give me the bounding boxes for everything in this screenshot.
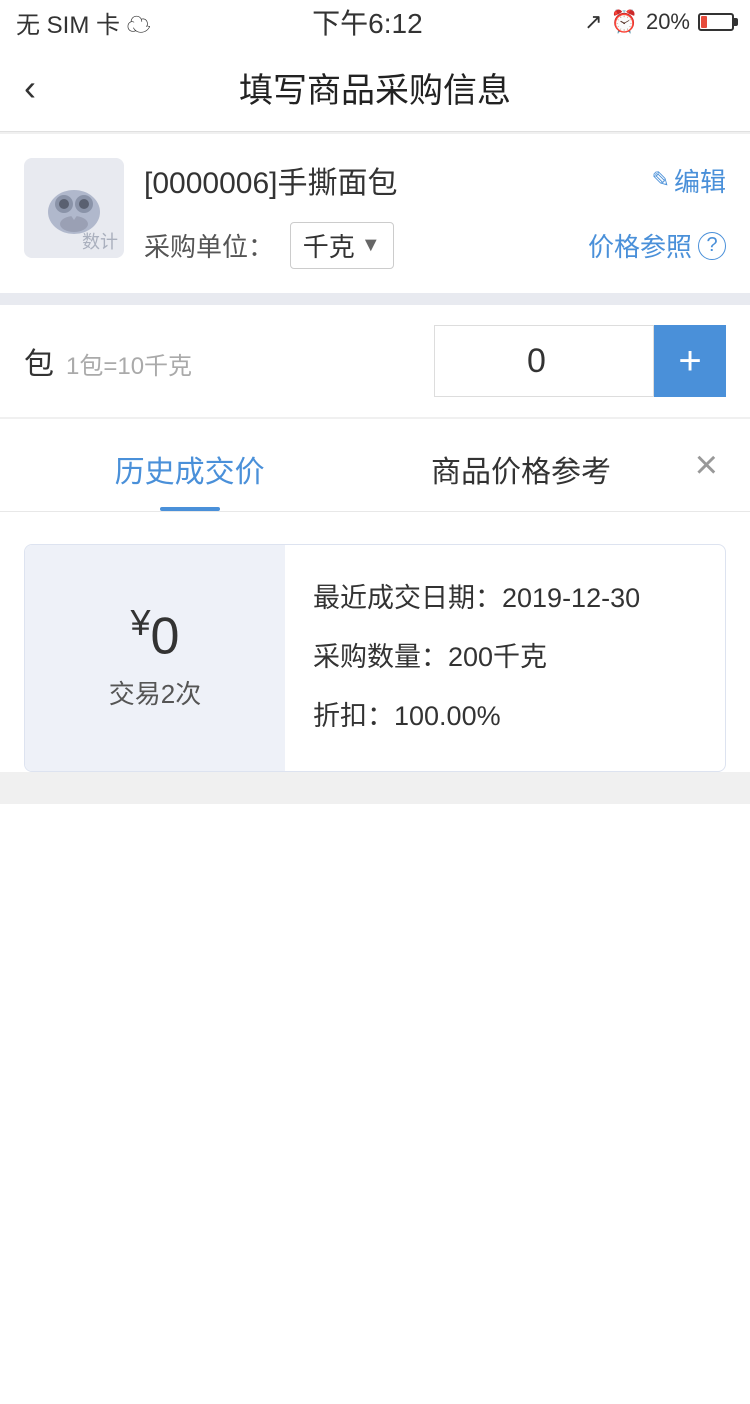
price-ref-button[interactable]: 价格参照 ? — [588, 227, 726, 264]
recent-date-value: 2019-12-30 — [502, 583, 640, 613]
unit-selector[interactable]: 千克 ▼ — [290, 222, 394, 269]
edit-button[interactable]: ✎ 编辑 — [652, 162, 726, 199]
currency-symbol: ¥ — [131, 602, 151, 643]
no-sim-text: 无 SIM 卡 ☁ — [16, 5, 151, 40]
quantity-detail-label: 采购数量： — [313, 642, 448, 672]
quantity-unit: 包 — [24, 339, 54, 383]
price-card: ¥0 交易2次 最近成交日期：2019-12-30 采购数量：200千克 折扣：… — [24, 544, 726, 772]
recent-date-row: 最近成交日期：2019-12-30 — [313, 577, 697, 620]
back-button[interactable]: ‹ — [24, 67, 36, 109]
page-title: 填写商品采购信息 — [239, 63, 511, 112]
panel-container: 历史成交价 商品价格参考 × ¥0 交易2次 最近成交日期：2019-12-30… — [0, 419, 750, 772]
discount-value: 100.00% — [394, 701, 501, 731]
product-name: [0000006]手撕面包 — [144, 158, 397, 202]
panel-tabs: 历史成交价 商品价格参考 × — [0, 419, 750, 512]
battery-pct: 20% — [646, 9, 690, 35]
unit-value: 千克 — [303, 227, 355, 264]
quantity-input-group: + — [434, 325, 726, 397]
unit-label: 采购单位： — [144, 232, 274, 262]
product-card: 数计 [0000006]手撕面包 ✎ 编辑 采购单位： 千克 ▼ 价格参照 ? — [0, 134, 750, 293]
quantity-row: 包 1包=10千克 + — [0, 305, 750, 417]
help-icon: ? — [698, 232, 726, 260]
price-amount: 0 — [151, 607, 180, 665]
unit-dropdown-icon: ▼ — [361, 234, 381, 257]
quantity-detail-value: 200千克 — [448, 642, 547, 672]
quantity-label-group: 包 1包=10千克 — [24, 339, 192, 383]
discount-row: 折扣：100.00% — [313, 695, 697, 738]
edit-label: 编辑 — [674, 162, 726, 199]
discount-label: 折扣： — [313, 701, 394, 731]
product-info: [0000006]手撕面包 ✎ 编辑 采购单位： 千克 ▼ 价格参照 ? — [144, 158, 726, 269]
bottom-area — [0, 804, 750, 1404]
status-time: 下午6:12 — [312, 2, 423, 42]
trade-count: 交易2次 — [109, 674, 201, 711]
status-right: ↗ ⏰ 20% — [584, 9, 734, 35]
tab-history-price[interactable]: 历史成交价 — [24, 419, 355, 511]
status-bar: 无 SIM 卡 ☁ 下午6:12 ↗ ⏰ 20% — [0, 0, 750, 44]
price-ref-label: 价格参照 — [588, 227, 692, 264]
panel-close-button[interactable]: × — [687, 445, 726, 485]
edit-icon: ✎ — [652, 167, 670, 193]
location-icon: ↗ — [584, 9, 602, 35]
section-divider — [0, 293, 750, 305]
quantity-hint: 1包=10千克 — [66, 346, 192, 381]
quantity-row-detail: 采购数量：200千克 — [313, 636, 697, 679]
price-details: 最近成交日期：2019-12-30 采购数量：200千克 折扣：100.00% — [285, 545, 725, 771]
product-thumbnail: 数计 — [24, 158, 124, 258]
recent-date-label: 最近成交日期： — [313, 583, 502, 613]
price-display: ¥0 — [131, 605, 180, 662]
product-logo-sub: 数计 — [82, 228, 118, 254]
battery-icon — [698, 13, 734, 31]
status-left: 无 SIM 卡 ☁ — [16, 5, 151, 40]
price-summary: ¥0 交易2次 — [25, 545, 285, 771]
alarm-icon: ⏰ — [611, 9, 638, 35]
nav-bar: ‹ 填写商品采购信息 — [0, 44, 750, 132]
quantity-plus-button[interactable]: + — [654, 325, 726, 397]
quantity-input[interactable] — [434, 325, 654, 397]
tab-price-reference[interactable]: 商品价格参考 — [355, 419, 686, 511]
